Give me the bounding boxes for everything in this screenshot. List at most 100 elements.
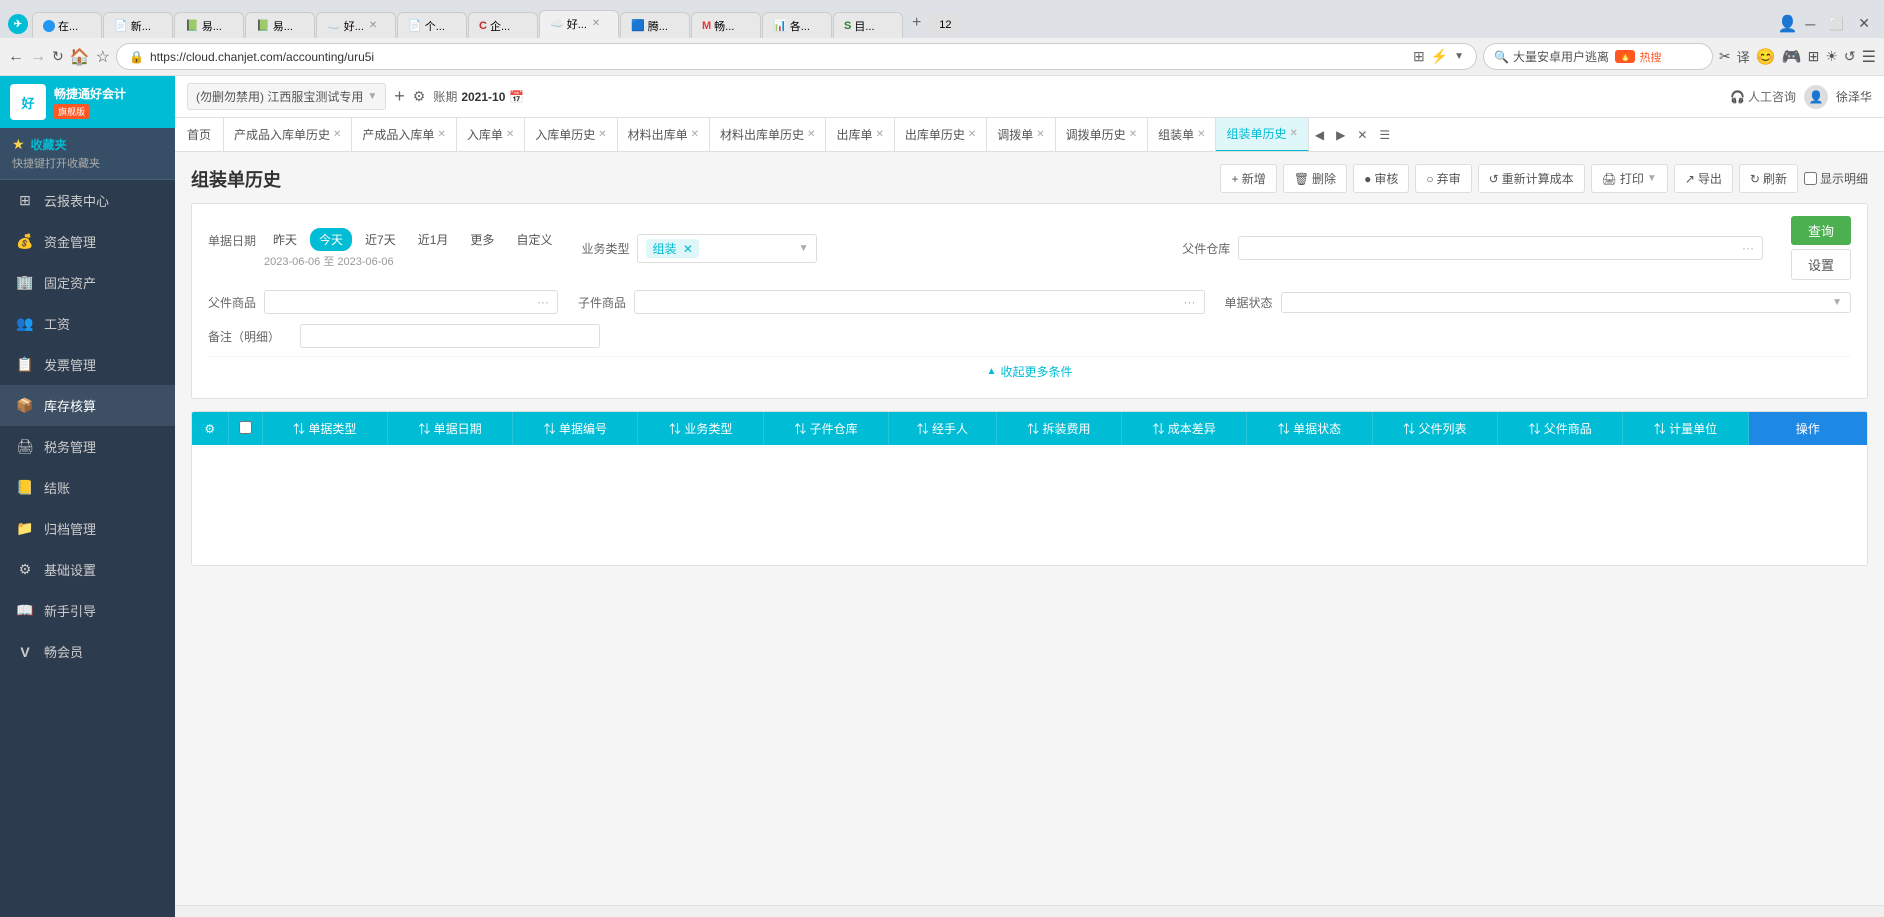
- show-detail-checkbox[interactable]: [1804, 172, 1817, 185]
- browser-tab-10[interactable]: 📊 各...: [762, 12, 832, 38]
- sidebar-item-assets[interactable]: 🏢 固定资产: [0, 262, 175, 303]
- tab-production-in[interactable]: 产成品入库单 ✕: [352, 118, 456, 152]
- sidebar-item-payroll[interactable]: 👥 工资: [0, 303, 175, 344]
- service-btn[interactable]: 🎧 人工咨询: [1730, 88, 1796, 105]
- browser-tab-5[interactable]: 📄 个...: [397, 12, 467, 38]
- sun-btn[interactable]: ☀: [1825, 48, 1838, 65]
- tab-out[interactable]: 出库单 ✕: [826, 118, 894, 152]
- tab-material-out-hist[interactable]: 材料出库单历史 ✕: [710, 118, 826, 152]
- window-maximize-btn[interactable]: ⬜: [1823, 15, 1850, 33]
- more-dots-goods[interactable]: ···: [537, 295, 549, 309]
- sidebar-item-settings[interactable]: ⚙ 基础设置: [0, 549, 175, 590]
- sidebar-item-tax[interactable]: 🖨 税务管理: [0, 426, 175, 467]
- tab-out-hist[interactable]: 出库单历史 ✕: [895, 118, 987, 152]
- sidebar-item-inventory[interactable]: 📦 库存核算: [0, 385, 175, 426]
- tabs-close-all[interactable]: ✕: [1351, 124, 1373, 146]
- tab-transfer-hist[interactable]: 调拨单历史 ✕: [1056, 118, 1148, 152]
- th-bill-type[interactable]: ⇅ 单据类型: [262, 412, 387, 445]
- reload-btn[interactable]: ↻: [52, 48, 64, 65]
- scissors-btn[interactable]: ✂: [1719, 48, 1731, 65]
- company-settings-btn[interactable]: ⚙: [413, 88, 426, 105]
- grid-btn[interactable]: ⊞: [1808, 48, 1820, 65]
- th-parent-list[interactable]: ⇅ 父件列表: [1372, 412, 1497, 445]
- parent-warehouse-input[interactable]: ···: [1238, 236, 1763, 260]
- forward-btn[interactable]: →: [30, 48, 46, 66]
- tab-assemble-hist[interactable]: 组装单历史 ✕: [1216, 118, 1308, 152]
- browser-tab-1[interactable]: 📄 新...: [103, 12, 173, 38]
- window-person-btn[interactable]: 👤: [1777, 14, 1797, 34]
- window-close-btn[interactable]: ✕: [1852, 13, 1876, 34]
- search-bar[interactable]: 🔍 大量安卓用户逃离 🔥 热搜: [1483, 43, 1713, 70]
- browser-tab-11[interactable]: S 目...: [833, 12, 903, 38]
- date-today[interactable]: 今天: [310, 228, 352, 251]
- tab-in-hist[interactable]: 入库单历史 ✕: [525, 118, 617, 152]
- menu-btn[interactable]: ☰: [1862, 47, 1876, 67]
- dropdown-icon[interactable]: ▼: [1454, 51, 1464, 62]
- date-yesterday[interactable]: 昨天: [264, 228, 306, 251]
- bookmark-section[interactable]: ★ 收藏夹 快捷键打开收藏夹: [0, 128, 175, 180]
- sidebar-item-vip[interactable]: V 畅会员: [0, 631, 175, 672]
- th-parent-goods[interactable]: ⇅ 父件商品: [1497, 412, 1622, 445]
- biztype-select[interactable]: 组装 ✕ ▼: [637, 234, 817, 263]
- th-child-warehouse[interactable]: ⇅ 子件仓库: [763, 412, 888, 445]
- lightning-icon[interactable]: ⚡: [1431, 48, 1448, 65]
- th-bill-status[interactable]: ⇅ 单据状态: [1247, 412, 1372, 445]
- window-minimize-btn[interactable]: ─: [1799, 14, 1821, 34]
- th-cost-diff[interactable]: ⇅ 成本差异: [1121, 412, 1246, 445]
- print-dropdown[interactable]: ▼: [1647, 173, 1657, 184]
- tab-close-7[interactable]: ✕: [592, 18, 600, 29]
- browser-tab-8[interactable]: 🟦 腾...: [620, 12, 690, 38]
- more-dots-child[interactable]: ···: [1184, 295, 1196, 309]
- browser-tab-9[interactable]: M 畅...: [691, 12, 761, 38]
- browser-tab-2[interactable]: 📗 易...: [174, 12, 244, 38]
- user-avatar[interactable]: 👤: [1804, 85, 1828, 109]
- print-btn[interactable]: 🖨 打印 ▼: [1591, 164, 1668, 193]
- th-bill-no[interactable]: ⇅ 单据编号: [513, 412, 638, 445]
- browser-tab-6[interactable]: C 企...: [468, 12, 538, 38]
- status-dropdown[interactable]: ▼: [1832, 297, 1842, 308]
- tab-close-in-hist[interactable]: ✕: [598, 129, 606, 140]
- query-btn[interactable]: 查询: [1791, 216, 1851, 245]
- recalc-btn[interactable]: ↺ 重新计算成本: [1478, 164, 1585, 193]
- tab-count-badge[interactable]: 12: [930, 14, 960, 36]
- th-assembly-cost[interactable]: ⇅ 拆装费用: [996, 412, 1121, 445]
- tab-close-prod-in-hist[interactable]: ✕: [333, 129, 341, 140]
- tab-home[interactable]: 首页: [175, 118, 224, 152]
- show-detail-checkbox-label[interactable]: 显示明细: [1804, 170, 1868, 187]
- tab-close-out[interactable]: ✕: [875, 129, 883, 140]
- status-select[interactable]: ▼: [1281, 292, 1851, 313]
- tabs-more[interactable]: ☰: [1373, 124, 1396, 146]
- audit-btn[interactable]: ● 审核: [1353, 164, 1409, 193]
- parent-goods-input[interactable]: ···: [264, 290, 558, 314]
- bookmark-btn[interactable]: ☆: [96, 47, 110, 67]
- select-all-checkbox[interactable]: [239, 421, 252, 434]
- undo-btn[interactable]: ↺: [1844, 48, 1856, 65]
- browser-tab-4[interactable]: ☁️ 好... ✕: [316, 12, 396, 38]
- collapse-btn[interactable]: ▲ 收起更多条件: [208, 356, 1851, 386]
- remark-input[interactable]: [300, 324, 600, 348]
- tab-close-assemble[interactable]: ✕: [1197, 129, 1205, 140]
- sidebar-item-finance[interactable]: 💰 资金管理: [0, 221, 175, 262]
- settings-filter-btn[interactable]: 设置: [1791, 249, 1851, 280]
- biztype-tag-remove[interactable]: ✕: [683, 242, 693, 256]
- tabs-nav-right[interactable]: ▶: [1330, 124, 1351, 146]
- translate-btn[interactable]: 译: [1737, 47, 1750, 66]
- browser-tab-7[interactable]: ☁️ 好... ✕: [539, 10, 619, 38]
- tab-in[interactable]: 入库单 ✕: [457, 118, 525, 152]
- tab-transfer[interactable]: 调拨单 ✕: [987, 118, 1055, 152]
- tab-material-out[interactable]: 材料出库单 ✕: [618, 118, 710, 152]
- new-tab-btn[interactable]: +: [904, 10, 929, 36]
- date-more[interactable]: 更多: [461, 228, 503, 251]
- th-checkbox[interactable]: [228, 412, 262, 445]
- sidebar-item-settle[interactable]: 📒 结账: [0, 467, 175, 508]
- tab-close-transfer[interactable]: ✕: [1036, 129, 1044, 140]
- tab-assemble[interactable]: 组装单 ✕: [1148, 118, 1216, 152]
- date-7days[interactable]: 近7天: [356, 228, 405, 251]
- home-btn[interactable]: 🏠: [70, 47, 90, 67]
- tab-close-4[interactable]: ✕: [369, 20, 377, 31]
- emoji-btn[interactable]: 😊: [1756, 47, 1776, 67]
- export-btn[interactable]: ↗ 导出: [1674, 164, 1733, 193]
- tab-close-prod-in[interactable]: ✕: [437, 129, 445, 140]
- address-bar[interactable]: 🔒 https://cloud.chanjet.com/accounting/u…: [116, 43, 1477, 70]
- scrollbar-area[interactable]: [175, 905, 1884, 917]
